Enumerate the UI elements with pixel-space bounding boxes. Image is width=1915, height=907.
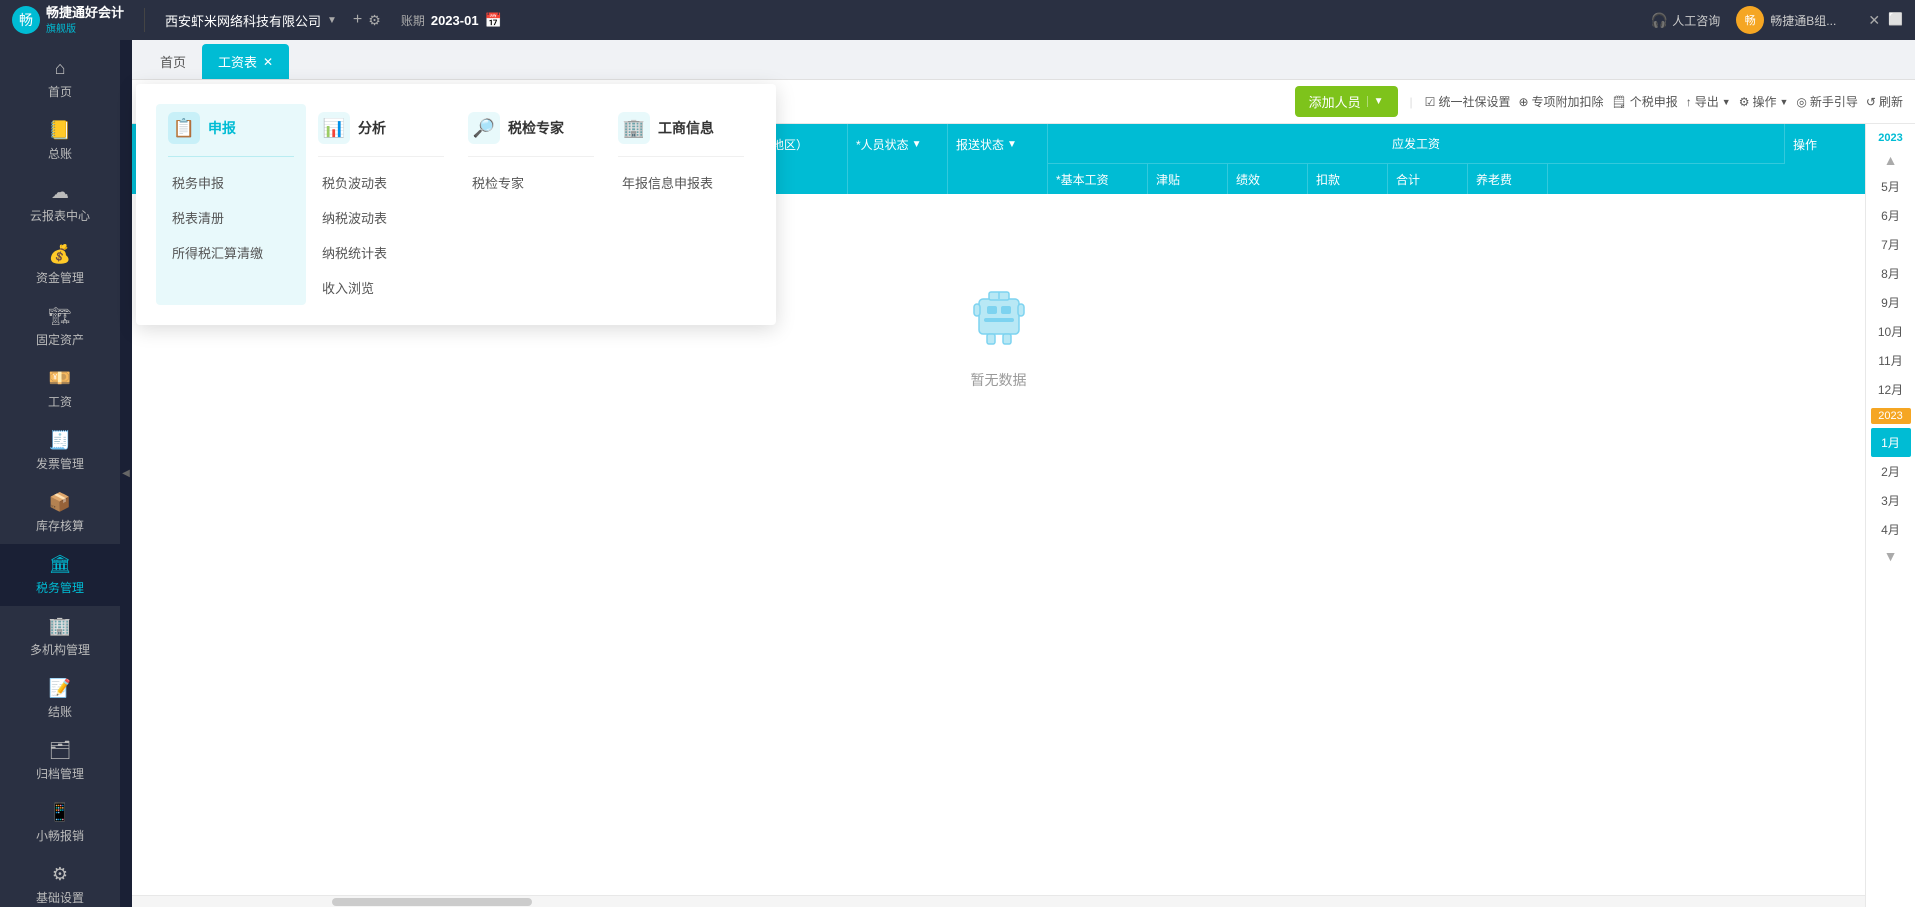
- fenxi-col-icon: 📊: [318, 112, 350, 144]
- bizinfo-col-title: 工商信息: [658, 118, 714, 138]
- dropdown-item-tax-burden[interactable]: 税负波动表: [318, 165, 444, 200]
- dropdown-col-shenb: 📋 申报 税务申报 税表清册 所得税汇算清缴: [156, 104, 306, 305]
- shenb-col-icon: 📋: [168, 112, 200, 144]
- taxexpert-col-title: 税检专家: [508, 118, 564, 138]
- bizinfo-col-icon: 🏢: [618, 112, 650, 144]
- dropdown-item-tax-payment[interactable]: 纳税波动表: [318, 200, 444, 235]
- dropdown-item-tax-stats[interactable]: 纳税统计表: [318, 235, 444, 270]
- shenb-col-title: 申报: [208, 118, 236, 138]
- dropdown-item-tax-expert-item[interactable]: 税检专家: [468, 165, 594, 200]
- dropdown-item-income-browse[interactable]: 收入浏览: [318, 270, 444, 305]
- dropdown-col-header-bizinfo: 🏢 工商信息: [618, 104, 744, 157]
- taxexpert-col-icon: 🔎: [468, 112, 500, 144]
- tax-dropdown-menu: 📋 申报 税务申报 税表清册 所得税汇算清缴 📊 分析 税负波动表 纳税波动表 …: [136, 84, 776, 325]
- dropdown-col-bizinfo: 🏢 工商信息 年报信息申报表: [606, 104, 756, 305]
- dropdown-col-taxexpert: 🔎 税检专家 税检专家: [456, 104, 606, 305]
- dropdown-col-header-fenxi: 📊 分析: [318, 104, 444, 157]
- dropdown-col-fenxi: 📊 分析 税负波动表 纳税波动表 纳税统计表 收入浏览: [306, 104, 456, 305]
- dropdown-col-header-shenb: 📋 申报: [168, 104, 294, 157]
- dropdown-item-annual-report[interactable]: 年报信息申报表: [618, 165, 744, 200]
- dropdown-grid: 📋 申报 税务申报 税表清册 所得税汇算清缴 📊 分析 税负波动表 纳税波动表 …: [156, 104, 756, 305]
- dropdown-item-tax-table[interactable]: 税表清册: [168, 200, 294, 235]
- dropdown-item-tax-report[interactable]: 税务申报: [168, 165, 294, 200]
- fenxi-col-title: 分析: [358, 118, 386, 138]
- dropdown-item-income-tax-calc[interactable]: 所得税汇算清缴: [168, 235, 294, 270]
- dropdown-col-header-taxexpert: 🔎 税检专家: [468, 104, 594, 157]
